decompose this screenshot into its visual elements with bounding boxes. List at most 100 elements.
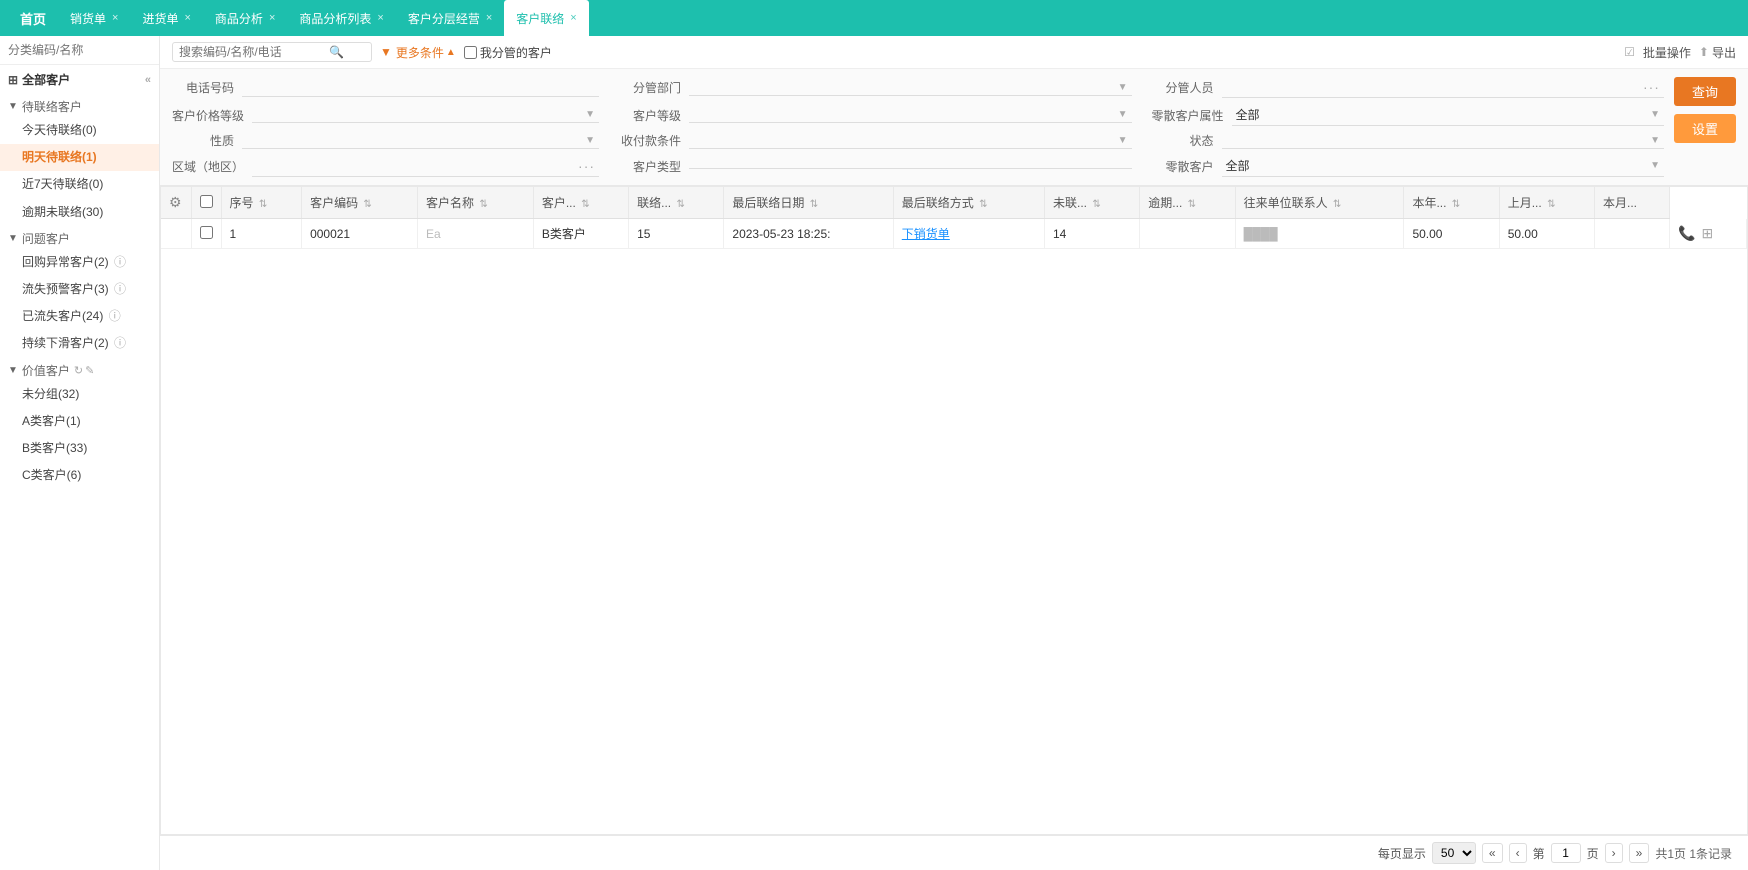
next-page-btn[interactable]: › xyxy=(1605,843,1623,863)
th-name[interactable]: 客户编码 ⇅ xyxy=(302,187,418,219)
phone-input[interactable] xyxy=(242,78,599,97)
grid-action-icon[interactable]: ⊞ xyxy=(1702,225,1714,242)
settings-column-header[interactable]: ⚙ xyxy=(161,187,191,219)
sort-contacts-icon: ⇅ xyxy=(581,199,589,210)
retail-attr-select[interactable]: 全部 ▼ xyxy=(1232,104,1664,126)
th-type[interactable]: 客户名称 ⇅ xyxy=(417,187,533,219)
th-last-contact-date[interactable]: 联络... ⇅ xyxy=(629,187,724,219)
nature-select[interactable]: ▼ xyxy=(242,133,599,149)
th-this-month[interactable]: 上月... ⇅ xyxy=(1499,187,1594,219)
checkbox-column-header[interactable] xyxy=(191,187,221,219)
group-pending-contact[interactable]: ▼ 待联络客户 xyxy=(0,94,159,117)
all-customers-header[interactable]: ⊞ 全部客户 « xyxy=(0,65,159,94)
dept-label: 分管部门 xyxy=(619,79,689,96)
filter-row-3: 性质 ▼ 收付款条件 ▼ xyxy=(172,132,1664,149)
set-button[interactable]: 设置 xyxy=(1674,114,1736,143)
sidebar-item-ungrouped[interactable]: 未分组(32) xyxy=(0,381,159,408)
dept-select[interactable]: ▼ xyxy=(689,80,1131,96)
row-customer-type: B类客户 xyxy=(533,219,628,249)
row-checkbox[interactable] xyxy=(191,219,221,249)
sidebar-item-repurchase-abnormal[interactable]: 回购异常客户(2) ⓘ xyxy=(0,249,159,276)
th-contacts[interactable]: 客户... ⇅ xyxy=(533,187,628,219)
refresh-icon[interactable]: ↻ xyxy=(74,364,83,377)
my-customers-checkbox[interactable]: 我分管的客户 xyxy=(464,44,552,61)
customer-type-select[interactable] xyxy=(689,164,1131,169)
nav-product-analysis[interactable]: 商品分析 × xyxy=(203,0,287,36)
sidebar-item-class-b[interactable]: B类客户(33) xyxy=(0,435,159,462)
sidebar-item-churned[interactable]: 已流失客户(24) ⓘ xyxy=(0,303,159,330)
nav-customer-contact[interactable]: 客户联络 × xyxy=(504,0,588,36)
close-customer-contact-icon[interactable]: × xyxy=(570,12,576,24)
per-page-select[interactable]: 50 xyxy=(1432,842,1476,864)
th-last-month[interactable]: 本年... ⇅ xyxy=(1404,187,1499,219)
last-page-btn[interactable]: » xyxy=(1629,843,1650,863)
edit-icon[interactable]: ✎ xyxy=(85,364,94,377)
status-label: 状态 xyxy=(1152,132,1222,149)
table-row: 1 000021 Ea B类客户 15 2023-05-23 18:25: 下销… xyxy=(161,219,1747,249)
row-last-contact-method[interactable]: 下销货单 xyxy=(893,219,1044,249)
status-arrow-icon: ▼ xyxy=(1650,135,1660,146)
th-uncontacted[interactable]: 最后联络方式 ⇅ xyxy=(893,187,1044,219)
manager-select[interactable]: ··· xyxy=(1222,77,1664,98)
phone-action-icon[interactable]: 📞 xyxy=(1678,225,1695,242)
sort-lm-icon: ⇅ xyxy=(1452,199,1460,210)
th-code[interactable]: 序号 ⇅ xyxy=(221,187,302,219)
sort-uncontacted-icon: ⇅ xyxy=(979,199,987,210)
main-search-button[interactable]: 🔍 xyxy=(329,45,344,59)
last-contact-method-link[interactable]: 下销货单 xyxy=(902,227,950,241)
group-problem-customers[interactable]: ▼ 问题客户 xyxy=(0,226,159,249)
prev-page-btn[interactable]: ‹ xyxy=(1509,843,1527,863)
query-button[interactable]: 查询 xyxy=(1674,77,1736,106)
close-product-analysis-icon[interactable]: × xyxy=(269,12,275,24)
retail-customer-label: 零散客户 xyxy=(1152,158,1222,175)
sidebar-item-class-a[interactable]: A类客户(1) xyxy=(0,408,159,435)
customer-level-arrow-icon: ▼ xyxy=(1118,109,1128,120)
nav-product-analysis-list[interactable]: 商品分析列表 × xyxy=(287,0,395,36)
payment-arrow-icon: ▼ xyxy=(1118,135,1128,146)
nav-home[interactable]: 首页 xyxy=(8,0,58,36)
more-conditions-btn[interactable]: ▼ 更多条件 ▲ xyxy=(380,44,456,61)
nav-purchase-order[interactable]: 进货单 × xyxy=(130,0,202,36)
row-code: 000021 xyxy=(302,219,418,249)
status-select[interactable]: ▼ xyxy=(1222,133,1664,149)
export-btn[interactable]: ⬆ 导出 xyxy=(1699,44,1736,61)
sidebar-collapse-btn[interactable]: « xyxy=(145,74,151,86)
nav-sales-order[interactable]: 销货单 × xyxy=(58,0,130,36)
nav-customer-segmentation[interactable]: 客户分层经营 × xyxy=(396,0,504,36)
page-number-input[interactable] xyxy=(1551,843,1581,863)
data-table: ⚙ 序号 ⇅ 客户编码 ⇅ xyxy=(161,187,1747,249)
close-customer-segmentation-icon[interactable]: × xyxy=(486,12,492,24)
sidebar-search-input[interactable] xyxy=(8,43,160,57)
sidebar-item-class-c[interactable]: C类客户(6) xyxy=(0,462,159,489)
sidebar-item-declining[interactable]: 持续下滑客户(2) ⓘ xyxy=(0,330,159,357)
close-sales-order-icon[interactable]: × xyxy=(112,12,118,24)
sidebar-item-today-contact[interactable]: 今天待联络(0) xyxy=(0,117,159,144)
group-value-customers[interactable]: ▼ 价值客户 ↻ ✎ xyxy=(0,358,159,381)
th-overdue[interactable]: 未联... ⇅ xyxy=(1045,187,1140,219)
close-purchase-order-icon[interactable]: × xyxy=(184,12,190,24)
retail-customer-select[interactable]: 全部 ▼ xyxy=(1222,155,1664,177)
row-select-checkbox[interactable] xyxy=(200,226,213,239)
first-page-btn[interactable]: « xyxy=(1482,843,1503,863)
payment-select[interactable]: ▼ xyxy=(689,133,1131,149)
close-product-analysis-list-icon[interactable]: × xyxy=(377,12,383,24)
settings-gear-icon[interactable]: ⚙ xyxy=(169,194,182,210)
my-customers-check-input[interactable] xyxy=(464,46,477,59)
select-all-checkbox[interactable] xyxy=(200,195,213,208)
info-icon-3: ⓘ xyxy=(109,309,121,323)
th-company-contact[interactable]: 逾期... ⇅ xyxy=(1140,187,1235,219)
th-this-year[interactable]: 往来单位联系人 ⇅ xyxy=(1235,187,1404,219)
sidebar-item-tomorrow-contact[interactable]: 明天待联络(1) xyxy=(0,144,159,171)
sidebar-item-churn-warning[interactable]: 流失预警客户(3) ⓘ xyxy=(0,276,159,303)
region-select[interactable]: ··· xyxy=(252,156,599,177)
price-level-select[interactable]: ▼ xyxy=(252,107,599,123)
main-search-input[interactable] xyxy=(179,45,329,59)
row-this-month xyxy=(1595,219,1670,249)
sidebar-item-7day-contact[interactable]: 近7天待联络(0) xyxy=(0,171,159,198)
arrow-down-icon2: ▼ xyxy=(8,233,18,244)
th-last-contact-method[interactable]: 最后联络日期 ⇅ xyxy=(724,187,893,219)
batch-ops-btn[interactable]: ☑ 批量操作 xyxy=(1624,44,1691,61)
main-layout: 🔍 ⊞ 全部客户 « ▼ 待联络客户 今天待联络(0) 明天待联络(1) 近7天… xyxy=(0,36,1748,870)
sidebar-item-overdue-contact[interactable]: 逾期未联络(30) xyxy=(0,199,159,226)
customer-level-select[interactable]: ▼ xyxy=(689,107,1131,123)
